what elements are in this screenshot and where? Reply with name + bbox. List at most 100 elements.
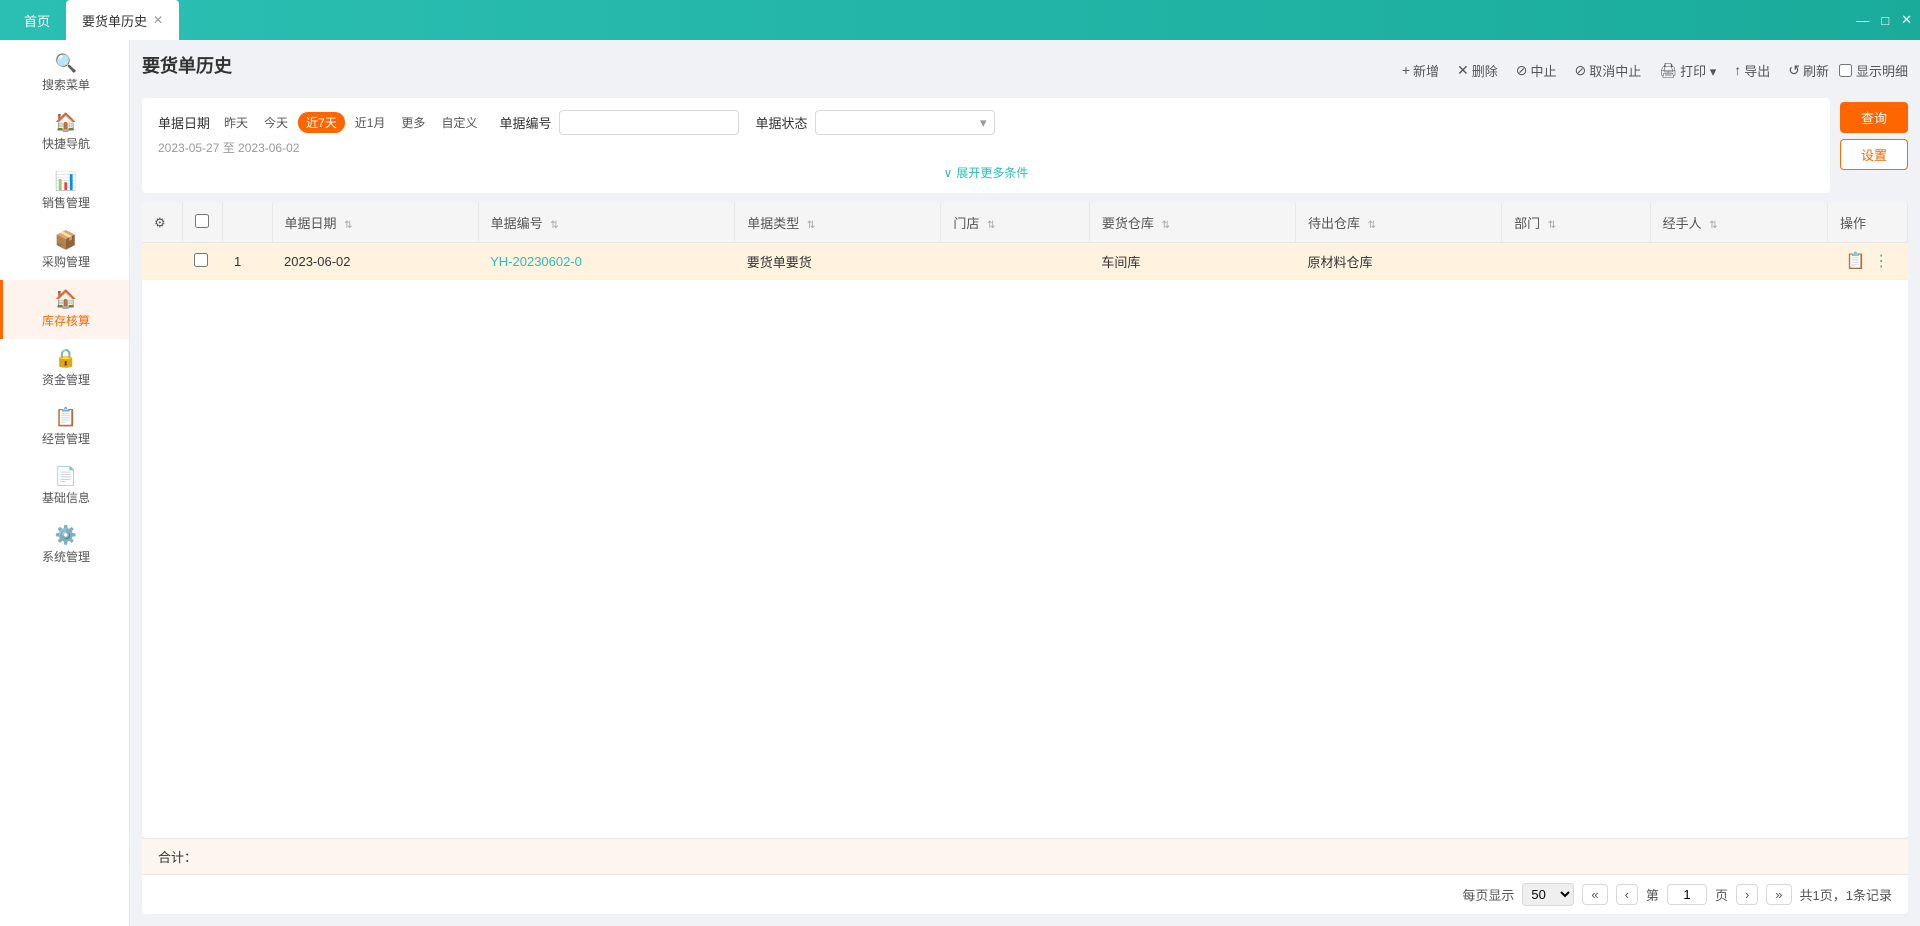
sidebar-item-finance[interactable]: 🔒 资金管理 bbox=[0, 339, 129, 398]
export-label: 导出 bbox=[1744, 61, 1770, 80]
expand-more-button[interactable]: ∨ 展开更多条件 bbox=[944, 164, 1029, 181]
cancel-stop-button[interactable]: ⊘ 取消中止 bbox=[1567, 56, 1650, 85]
total-info: 共1页，1条记录 bbox=[1800, 885, 1892, 904]
sidebar-item-inventory[interactable]: 🏠 库存核算 bbox=[0, 280, 129, 339]
print-button[interactable]: 🖨 打印 ▾ bbox=[1651, 56, 1724, 85]
stop-icon: ⊘ bbox=[1516, 62, 1528, 79]
th-req-warehouse[interactable]: 要货仓库 ⇅ bbox=[1089, 203, 1295, 243]
th-doc-type[interactable]: 单据类型 ⇅ bbox=[735, 203, 941, 243]
filter-row-1: 单据日期 昨天 今天 近7天 近1月 更多 自定义 单据编号 bbox=[158, 110, 1814, 135]
window-controls: — □ ✕ bbox=[1856, 12, 1912, 28]
delete-button[interactable]: ✕ 删除 bbox=[1449, 56, 1506, 85]
header-actions: + 新增 ✕ 删除 ⊘ 中止 ⊘ 取消中止 🖨 打印 ▾ bbox=[1394, 56, 1908, 85]
query-button[interactable]: 查询 bbox=[1840, 102, 1908, 133]
refresh-button[interactable]: ↺ 刷新 bbox=[1780, 56, 1837, 85]
sidebar-item-basic-info[interactable]: 📄 基础信息 bbox=[0, 457, 129, 516]
td-row-actions: 📋 ⋮ bbox=[1828, 243, 1908, 280]
minimize-icon[interactable]: — bbox=[1856, 13, 1869, 28]
status-select[interactable]: 已审核 未审核 已中止 bbox=[816, 111, 994, 134]
td-pending-warehouse: 原材料仓库 bbox=[1295, 243, 1501, 280]
quick-nav-icon: 🏠 bbox=[55, 113, 77, 131]
new-button[interactable]: + 新增 bbox=[1394, 56, 1447, 85]
sidebar-item-purchase[interactable]: 📦 采购管理 bbox=[0, 221, 129, 280]
print-label: 打印 ▾ bbox=[1680, 61, 1716, 80]
sidebar-item-quick-nav[interactable]: 🏠 快捷导航 bbox=[0, 103, 129, 162]
page-label: 页 bbox=[1715, 885, 1728, 904]
tab-requisition-history[interactable]: 要货单历史 ✕ bbox=[66, 0, 179, 40]
close-icon[interactable]: ✕ bbox=[1901, 12, 1912, 28]
date-btn-custom[interactable]: 自定义 bbox=[435, 112, 483, 133]
td-index: 1 bbox=[222, 243, 272, 280]
refresh-icon: ↺ bbox=[1788, 62, 1800, 79]
cancel-stop-icon: ⊘ bbox=[1575, 62, 1587, 79]
th-doc-no[interactable]: 单据编号 ⇅ bbox=[478, 203, 735, 243]
export-icon: ↑ bbox=[1734, 62, 1741, 78]
th-department[interactable]: 部门 ⇅ bbox=[1502, 203, 1651, 243]
page-size-select[interactable]: 20 50 100 200 bbox=[1522, 883, 1574, 906]
th-settings[interactable]: ⚙ bbox=[142, 203, 182, 243]
display-detail-checkbox[interactable] bbox=[1839, 64, 1852, 77]
table-container: ⚙ 单据日期 ⇅ 单据编号 ⇅ bbox=[142, 203, 1908, 838]
doc-no-link[interactable]: YH-20230602-0 bbox=[490, 254, 582, 269]
date-btn-more[interactable]: 更多 bbox=[395, 112, 431, 133]
setting-button[interactable]: 设置 bbox=[1840, 139, 1908, 170]
status-label: 单据状态 bbox=[755, 113, 807, 132]
td-doc-date: 2023-06-02 bbox=[272, 243, 478, 280]
date-range-display: 2023-05-27 至 2023-06-02 bbox=[158, 139, 1814, 156]
maximize-icon[interactable]: □ bbox=[1881, 13, 1889, 28]
date-btn-yesterday[interactable]: 昨天 bbox=[218, 112, 254, 133]
new-label: 新增 bbox=[1413, 61, 1439, 80]
th-index bbox=[222, 203, 272, 243]
th-pending-warehouse[interactable]: 待出仓库 ⇅ bbox=[1295, 203, 1501, 243]
top-bar: 首页 要货单历史 ✕ — □ ✕ bbox=[0, 0, 1920, 40]
cancel-stop-label: 取消中止 bbox=[1589, 61, 1641, 80]
tab-bar: 首页 要货单历史 ✕ bbox=[8, 0, 1856, 40]
last-page-button[interactable]: » bbox=[1766, 884, 1791, 905]
prev-page-button[interactable]: ‹ bbox=[1616, 884, 1638, 905]
row-checkbox[interactable] bbox=[194, 253, 208, 267]
row-more-icon[interactable]: ⋮ bbox=[1873, 253, 1889, 270]
sort-icon-dept: ⇅ bbox=[1548, 220, 1556, 231]
sort-icon-pendingwh: ⇅ bbox=[1368, 220, 1376, 231]
sidebar-item-ops-label: 经营管理 bbox=[42, 430, 90, 447]
sort-icon-docno: ⇅ bbox=[550, 220, 558, 231]
date-btn-today[interactable]: 今天 bbox=[258, 112, 294, 133]
content-area: 要货单历史 + 新增 ✕ 删除 ⊘ 中止 ⊘ 取消中止 bbox=[130, 40, 1920, 926]
first-page-button[interactable]: « bbox=[1582, 884, 1607, 905]
sidebar-item-sales[interactable]: 📊 销售管理 bbox=[0, 162, 129, 221]
new-icon: + bbox=[1402, 62, 1410, 78]
page-number-input[interactable] bbox=[1667, 884, 1707, 905]
sidebar-item-sys-mgmt[interactable]: ⚙️ 系统管理 bbox=[0, 516, 129, 575]
sidebar-item-purchase-label: 采购管理 bbox=[42, 253, 90, 270]
stop-button[interactable]: ⊘ 中止 bbox=[1508, 56, 1565, 85]
basic-info-icon: 📄 bbox=[55, 467, 77, 485]
docno-filter-group: 单据编号 bbox=[499, 110, 739, 135]
search-menu-icon: 🔍 bbox=[55, 54, 77, 72]
sort-icon-store: ⇅ bbox=[987, 220, 995, 231]
page-title: 要货单历史 bbox=[142, 52, 232, 78]
tab-home[interactable]: 首页 bbox=[8, 0, 66, 40]
export-button[interactable]: ↑ 导出 bbox=[1726, 56, 1778, 85]
tab-close-icon[interactable]: ✕ bbox=[153, 13, 163, 27]
filter-section: 单据日期 昨天 今天 近7天 近1月 更多 自定义 单据编号 bbox=[142, 98, 1908, 193]
date-filter-group: 单据日期 昨天 今天 近7天 近1月 更多 自定义 bbox=[158, 112, 483, 133]
th-store[interactable]: 门店 ⇅ bbox=[941, 203, 1090, 243]
next-page-button[interactable]: › bbox=[1736, 884, 1758, 905]
td-req-warehouse: 车间库 bbox=[1089, 243, 1295, 280]
date-btn-1month[interactable]: 近1月 bbox=[349, 112, 392, 133]
delete-label: 删除 bbox=[1472, 61, 1498, 80]
date-btn-7days[interactable]: 近7天 bbox=[298, 112, 345, 133]
sidebar-item-quicknav-label: 快捷导航 bbox=[42, 135, 90, 152]
ops-icon: 📋 bbox=[55, 408, 77, 426]
row-edit-icon[interactable]: 📋 bbox=[1846, 253, 1866, 270]
pagination-bar: 每页显示 20 50 100 200 « ‹ 第 页 › » 共1页，1条记录 bbox=[142, 874, 1908, 914]
select-all-checkbox[interactable] bbox=[195, 214, 209, 228]
date-filter-label: 单据日期 bbox=[158, 113, 210, 132]
th-doc-date[interactable]: 单据日期 ⇅ bbox=[272, 203, 478, 243]
query-buttons: 查询 设置 bbox=[1840, 98, 1908, 193]
sidebar-item-search-menu[interactable]: 🔍 搜索菜单 bbox=[0, 44, 129, 103]
th-handler[interactable]: 经手人 ⇅ bbox=[1650, 203, 1827, 243]
sidebar-item-ops[interactable]: 📋 经营管理 bbox=[0, 398, 129, 457]
docno-input[interactable] bbox=[559, 110, 739, 135]
td-department bbox=[1502, 243, 1651, 280]
